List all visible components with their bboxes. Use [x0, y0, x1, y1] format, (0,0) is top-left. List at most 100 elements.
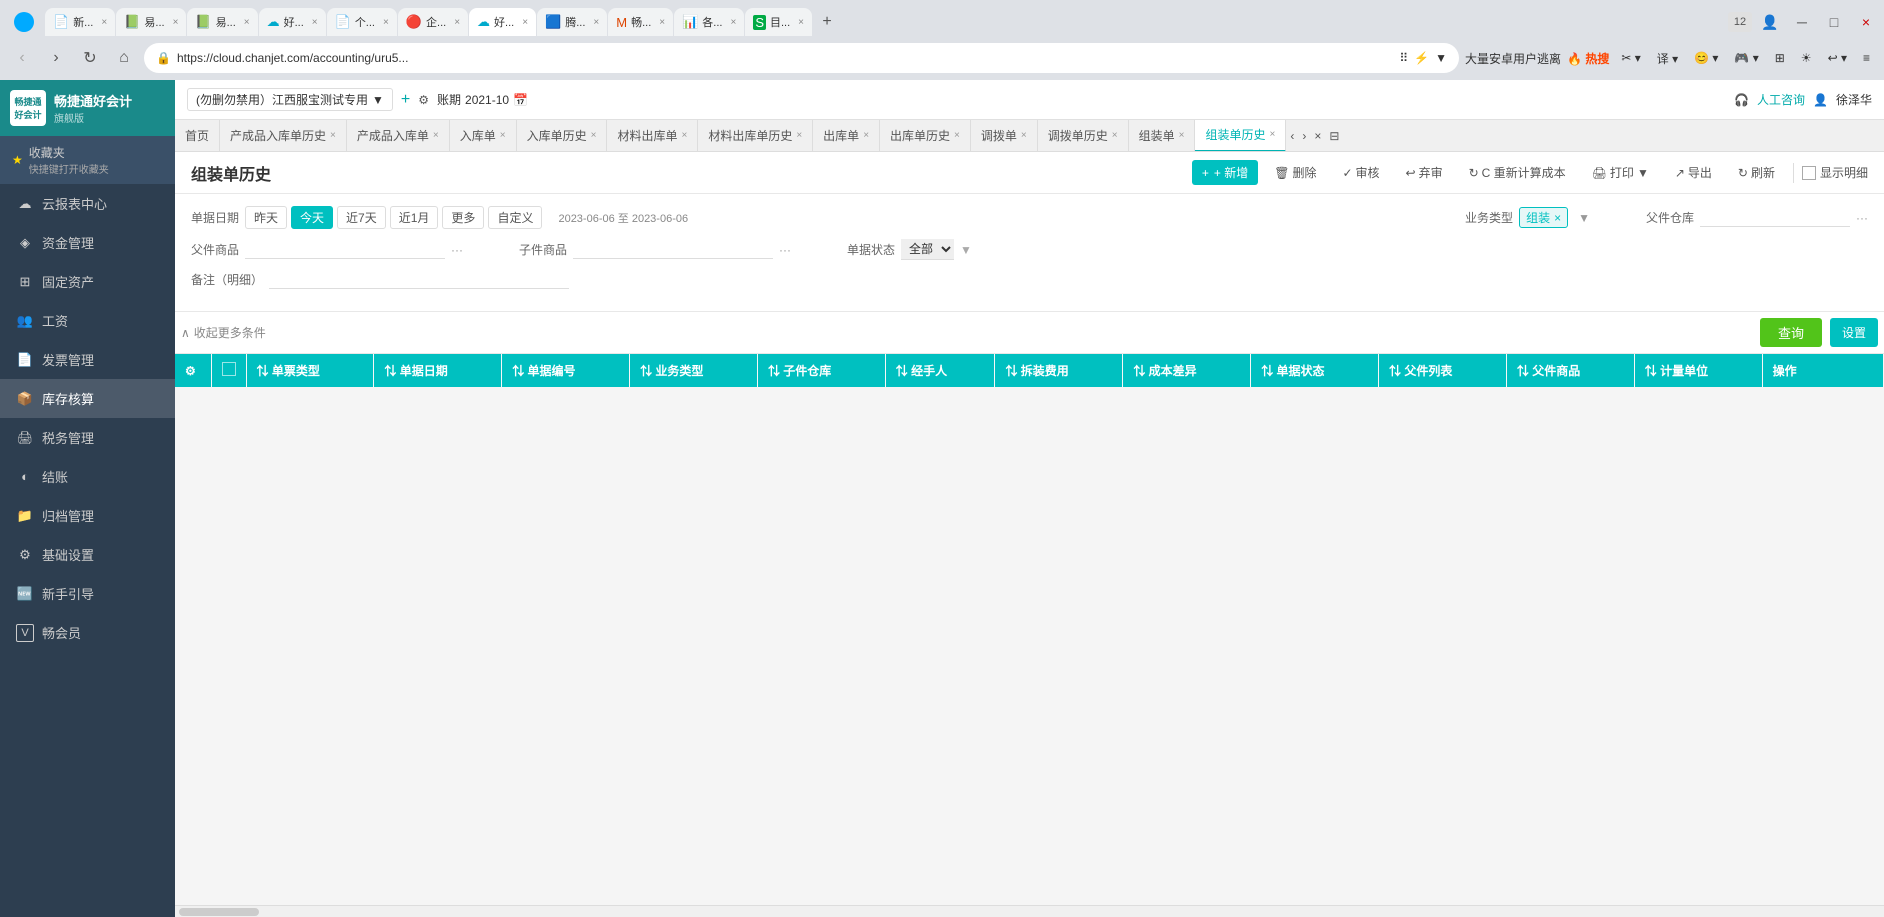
browser-tab-9[interactable]: M 畅... ×	[608, 8, 673, 36]
page-tab-in-order[interactable]: 入库单 ×	[450, 120, 517, 152]
remarks-input[interactable]	[269, 270, 569, 289]
page-tab-assemble-history[interactable]: 调拨单历史 ×	[1038, 120, 1129, 152]
child-goods-input[interactable]	[573, 240, 773, 259]
child-goods-more[interactable]: ···	[779, 243, 791, 257]
print-button[interactable]: 🖨 打印 ▼	[1582, 160, 1659, 185]
page-tab-out-history[interactable]: 出库单历史 ×	[880, 120, 971, 152]
tab-close-10[interactable]: ×	[730, 17, 736, 28]
browser-tab-10[interactable]: 📊 各... ×	[674, 8, 744, 36]
assemble-history-close[interactable]: ×	[1112, 130, 1118, 141]
browser-tab-4[interactable]: ☁ 好... ×	[259, 8, 326, 36]
kit-history-close[interactable]: ×	[1269, 129, 1275, 140]
tab-close-5[interactable]: ×	[383, 17, 389, 28]
refresh-button[interactable]: ↻ 刷新	[1728, 160, 1785, 185]
home-button[interactable]: ⌂	[110, 44, 138, 72]
sidebar-item-settings[interactable]: ⚙ 基础设置	[0, 535, 175, 574]
page-tab-prod-in-history[interactable]: 产成品入库单历史 ×	[220, 120, 347, 152]
page-tab-material-out[interactable]: 材料出库单 ×	[607, 120, 698, 152]
page-tab-material-out-history[interactable]: 材料出库单历史 ×	[698, 120, 813, 152]
maximize-button[interactable]: □	[1820, 8, 1848, 36]
tab-close-3[interactable]: ×	[244, 17, 250, 28]
approve-button[interactable]: ✓ 审核	[1332, 160, 1389, 185]
page-tab-scroll-left[interactable]: ‹	[1286, 129, 1298, 143]
tab-close-1[interactable]: ×	[101, 17, 107, 28]
biz-type-dropdown[interactable]: ▼	[1578, 211, 1590, 225]
profile-icon-btn[interactable]: 👤	[1756, 8, 1784, 36]
prod-in-close[interactable]: ×	[433, 130, 439, 141]
prod-in-history-close[interactable]: ×	[330, 130, 336, 141]
tab-count-badge[interactable]: 12	[1728, 12, 1752, 32]
grid-icon-btn[interactable]: ⊞	[1769, 49, 1791, 67]
parent-goods-more[interactable]: ···	[451, 243, 463, 257]
sidebar-item-member[interactable]: V 畅会员	[0, 613, 175, 652]
discard-button[interactable]: ↩ 弃审	[1396, 160, 1453, 185]
browser-tab-2[interactable]: 📗 易... ×	[116, 8, 186, 36]
page-tab-home[interactable]: 首页	[175, 120, 220, 152]
dropdown-arrow[interactable]: ▼	[1435, 51, 1447, 65]
browser-tab-6[interactable]: 🔴 企... ×	[398, 8, 468, 36]
tab-close-4[interactable]: ×	[312, 17, 318, 28]
browser-tab-11[interactable]: S 目... ×	[745, 8, 812, 36]
page-tab-in-history[interactable]: 入库单历史 ×	[517, 120, 608, 152]
page-tab-kit[interactable]: 组装单 ×	[1129, 120, 1196, 152]
tab-close-8[interactable]: ×	[593, 17, 599, 28]
parent-warehouse-more[interactable]: ···	[1856, 211, 1868, 225]
last7-btn[interactable]: 近7天	[337, 206, 386, 229]
page-tab-out-order[interactable]: 出库单 ×	[813, 120, 880, 152]
apps-icon[interactable]: ⠿	[1399, 51, 1408, 65]
sidebar-item-inventory[interactable]: 📦 库存核算	[0, 379, 175, 418]
browser-tab-3[interactable]: 📗 易... ×	[187, 8, 257, 36]
biz-type-tag-close[interactable]: ×	[1554, 211, 1561, 225]
browser-tab-1[interactable]: 📄 新... ×	[45, 8, 115, 36]
today-btn[interactable]: 今天	[291, 206, 333, 229]
refresh-button[interactable]: ↻	[76, 44, 104, 72]
table-settings-icon[interactable]: ⚙	[185, 364, 196, 378]
assemble-close[interactable]: ×	[1021, 130, 1027, 141]
new-button[interactable]: + + 新增	[1192, 160, 1258, 185]
undo-icon-btn[interactable]: ↩ ▾	[1822, 49, 1853, 67]
parent-goods-input[interactable]	[245, 240, 445, 259]
sun-icon-btn[interactable]: ☀	[1795, 49, 1818, 67]
lightning-icon[interactable]: ⚡	[1414, 51, 1429, 65]
config-button[interactable]: 设置	[1830, 318, 1878, 347]
forward-button[interactable]: ›	[42, 44, 70, 72]
new-tab-button[interactable]: +	[813, 8, 841, 36]
tab-close-6[interactable]: ×	[454, 17, 460, 28]
scrollbar-area[interactable]	[175, 905, 1884, 917]
tab-close-11[interactable]: ×	[798, 17, 804, 28]
delete-button[interactable]: 🗑 删除	[1264, 160, 1326, 185]
company-selector[interactable]: (勿删勿禁用）江西服宝测试专用 ▼	[187, 88, 393, 111]
sidebar-item-guide[interactable]: 🆕 新手引导	[0, 574, 175, 613]
company-settings-btn[interactable]: ⚙	[418, 93, 429, 107]
tab-close-9[interactable]: ×	[659, 17, 665, 28]
in-history-close[interactable]: ×	[591, 130, 597, 141]
scrollbar-thumb[interactable]	[179, 908, 259, 916]
tab-close-7[interactable]: ×	[522, 17, 528, 28]
in-order-close[interactable]: ×	[500, 130, 506, 141]
browser-tab-8[interactable]: 🟦 腾... ×	[537, 8, 607, 36]
tab-close-2[interactable]: ×	[173, 17, 179, 28]
material-out-history-close[interactable]: ×	[796, 130, 802, 141]
emoji-icon-btn[interactable]: 😊 ▾	[1688, 49, 1724, 67]
minimize-button[interactable]: ─	[1788, 8, 1816, 36]
service-label[interactable]: 人工咨询	[1757, 91, 1805, 108]
translate-icon-btn[interactable]: 译 ▾	[1651, 48, 1684, 69]
last1m-btn[interactable]: 近1月	[390, 206, 439, 229]
address-input[interactable]: 🔒 https://cloud.chanjet.com/accounting/u…	[144, 43, 1459, 73]
back-button[interactable]: ‹	[8, 44, 36, 72]
yesterday-btn[interactable]: 昨天	[245, 206, 287, 229]
material-out-close[interactable]: ×	[681, 130, 687, 141]
display-detail-checkbox[interactable]	[1802, 166, 1816, 180]
kit-close[interactable]: ×	[1179, 130, 1185, 141]
page-tab-more[interactable]: ⊟	[1325, 129, 1343, 143]
close-button[interactable]: ×	[1852, 8, 1880, 36]
parent-warehouse-input[interactable]	[1700, 208, 1850, 227]
sidebar-bookmark[interactable]: ★ 收藏夹 快捷键打开收藏夹	[0, 136, 175, 184]
game-icon-btn[interactable]: 🎮 ▾	[1728, 49, 1764, 67]
select-all-checkbox[interactable]	[222, 362, 236, 376]
export-button[interactable]: ↗ 导出	[1665, 160, 1722, 185]
add-company-btn[interactable]: +	[401, 91, 410, 109]
scissors-icon-btn[interactable]: ✂ ▾	[1615, 49, 1646, 67]
query-button[interactable]: 查询	[1760, 318, 1822, 347]
sidebar-item-settlement[interactable]: ◐ 结账	[0, 457, 175, 496]
